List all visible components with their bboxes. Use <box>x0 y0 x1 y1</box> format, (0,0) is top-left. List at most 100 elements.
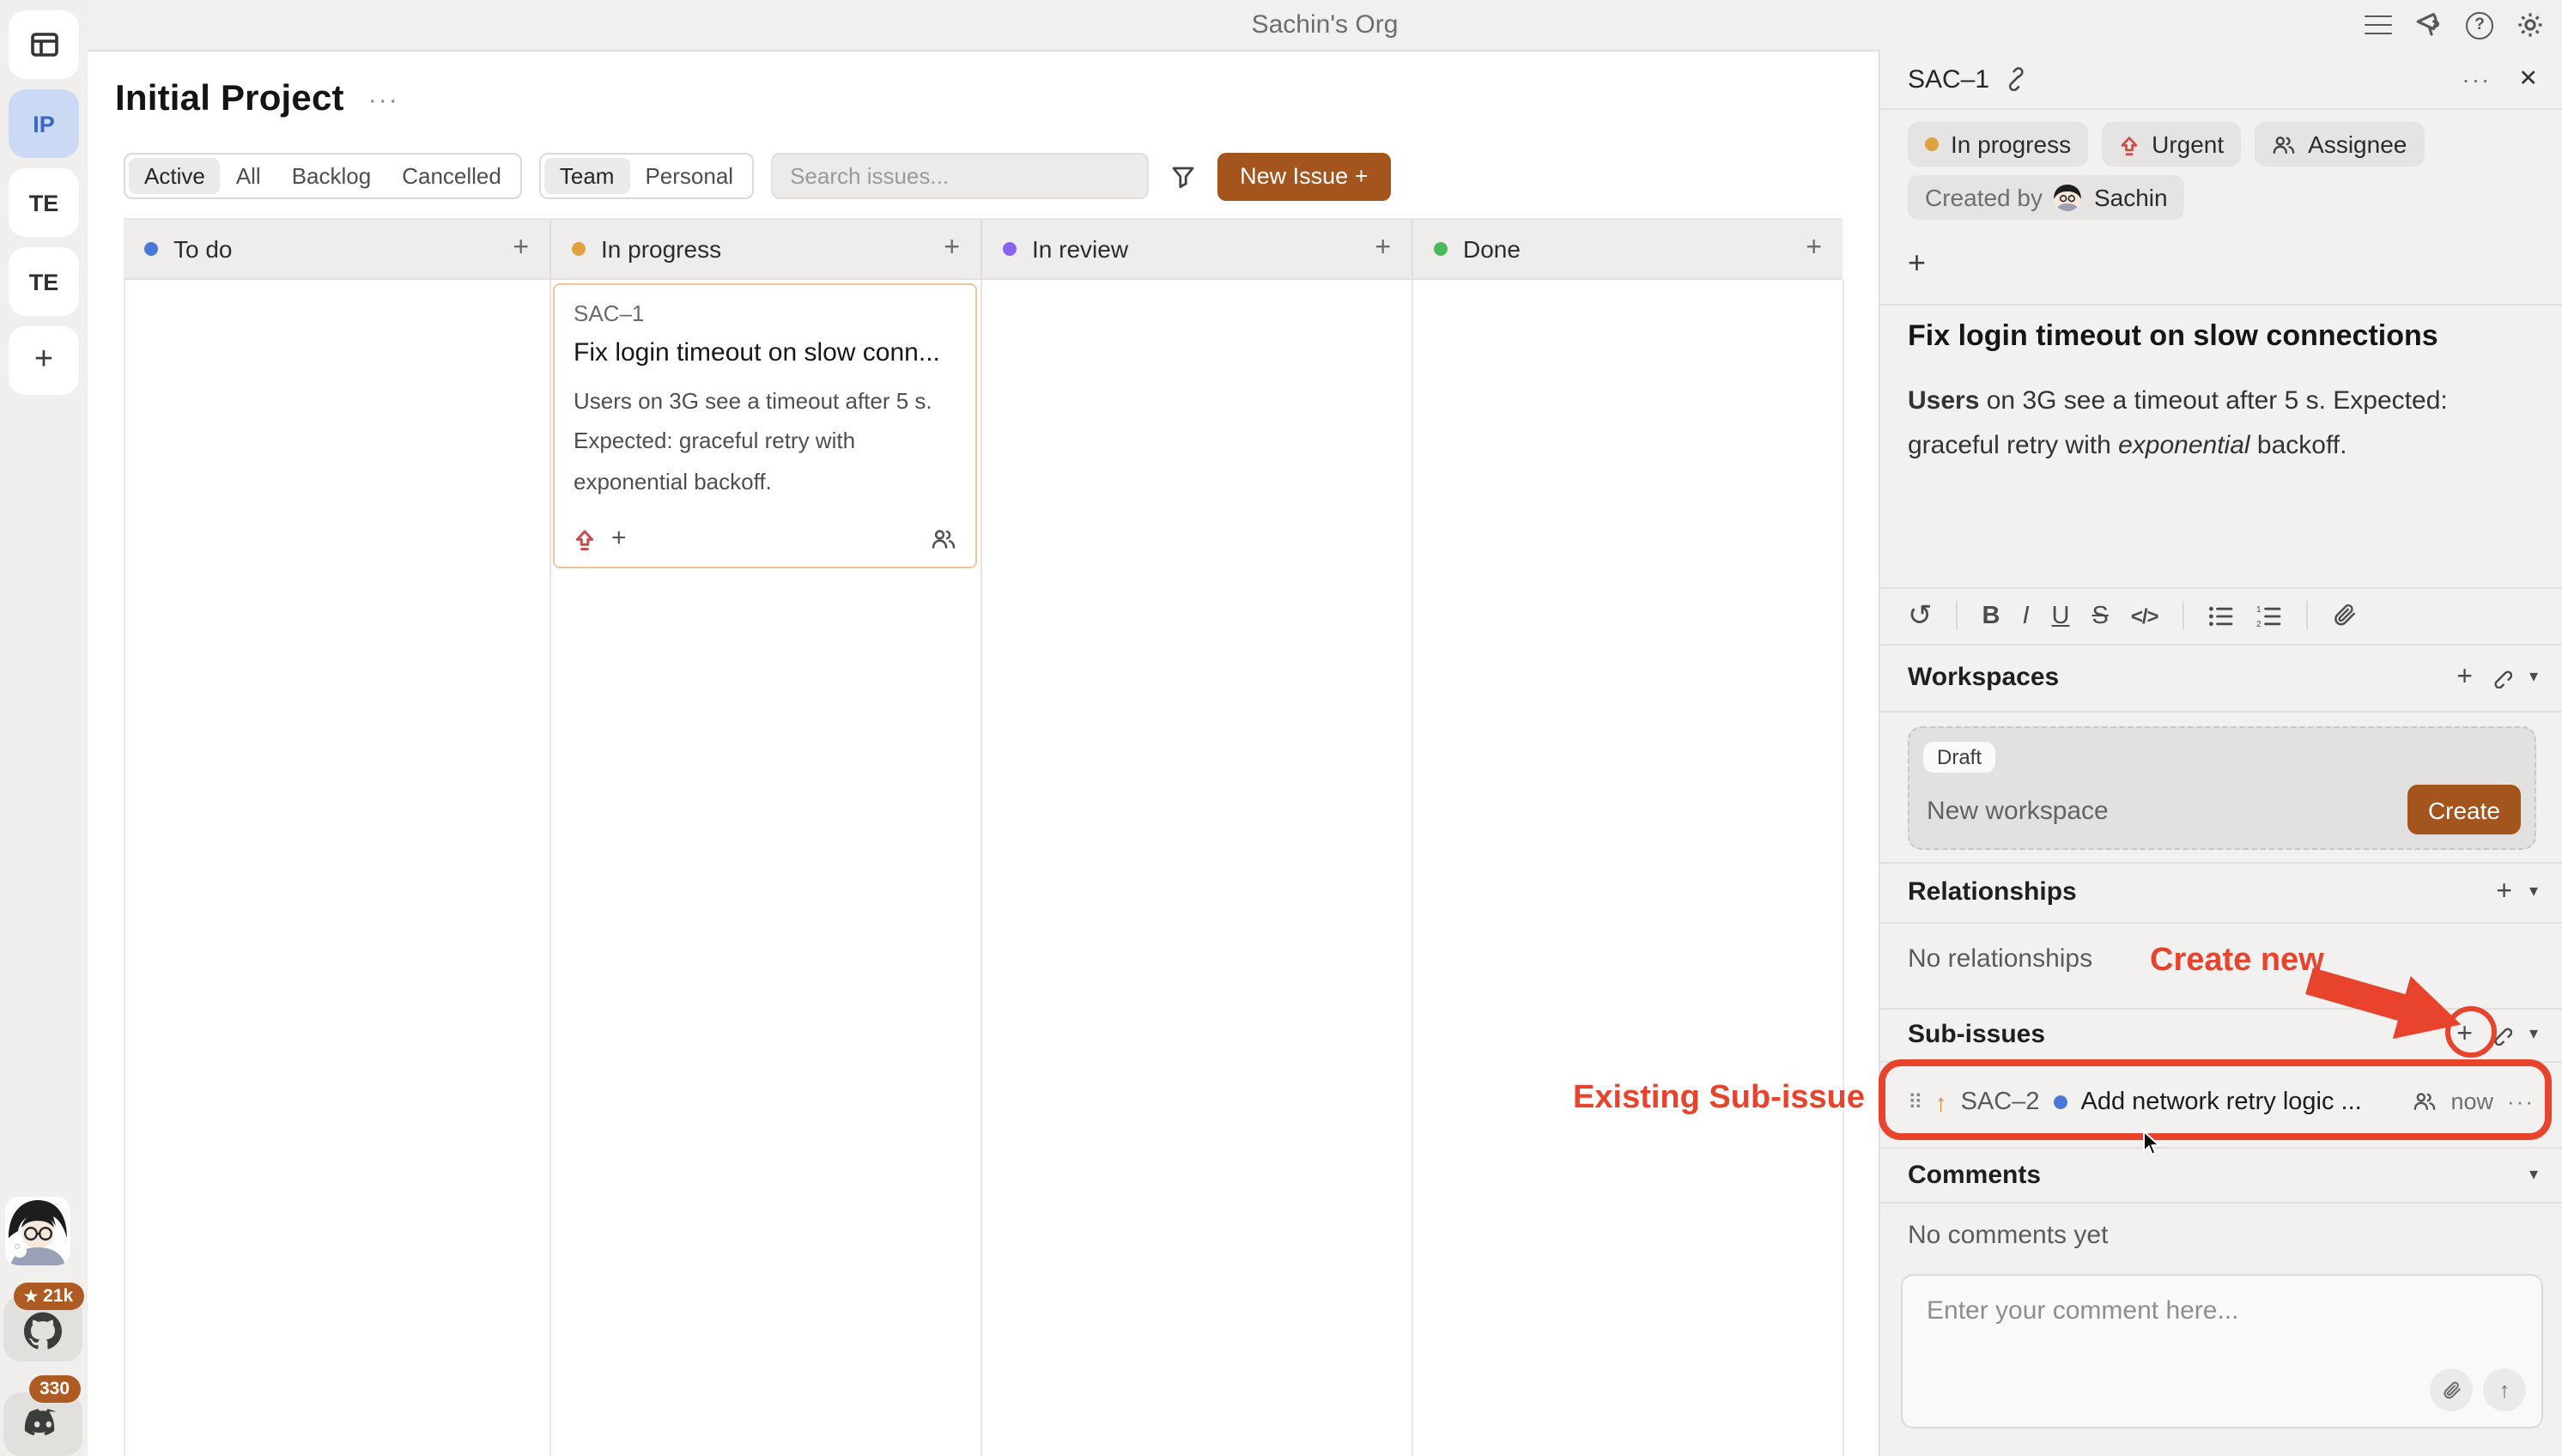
comment-attach-icon[interactable] <box>2430 1368 2473 1411</box>
layout-panels-icon[interactable] <box>9 10 79 79</box>
star-icon: ★ <box>24 1287 38 1306</box>
card-title: Fix login timeout on slow conn... <box>574 338 956 367</box>
sidebar-item-workspace-ip[interactable]: IP <box>9 89 79 158</box>
status-dot <box>1925 137 1939 151</box>
sidebar-item-workspace-te2[interactable]: TE <box>9 247 79 316</box>
discord-count-badge: 330 <box>29 1375 80 1403</box>
add-workspace-link-icon[interactable]: + <box>2456 662 2473 693</box>
announcements-icon[interactable] <box>2414 10 2444 39</box>
add-relationship-icon[interactable]: + <box>2496 877 2512 907</box>
column-divider-1 <box>549 280 551 1456</box>
help-icon[interactable]: ? <box>2466 11 2493 39</box>
column-header-todo: To do + <box>124 220 549 278</box>
ordered-list-icon[interactable]: 1 2 <box>2256 604 2282 628</box>
menu-icon[interactable] <box>2365 15 2392 35</box>
annotation-create-new-label: Create new <box>2150 943 2324 980</box>
relationships-empty-text: No relationships <box>1908 944 2092 974</box>
settings-gear-icon[interactable] <box>2516 10 2545 39</box>
add-issue-inreview-button[interactable]: + <box>1375 234 1391 264</box>
relationships-collapse-icon[interactable]: ▾ <box>2529 883 2538 901</box>
board-main: Initial Project ··· Active All Backlog C… <box>88 52 1879 1456</box>
card-assignees-icon[interactable] <box>931 526 956 550</box>
workspace-name[interactable]: New workspace <box>1927 797 2109 826</box>
created-by-badge[interactable]: Created by Sachin <box>1908 175 2185 220</box>
link-workspace-icon[interactable] <box>2490 666 2512 689</box>
relationships-section-header: Relationships + ▾ <box>1880 862 2562 922</box>
todo-status-dot <box>144 242 158 256</box>
italic-icon[interactable]: I <box>2022 602 2029 629</box>
attach-file-icon[interactable] <box>2332 603 2358 628</box>
panel-close-icon[interactable]: ✕ <box>2518 65 2538 93</box>
mouse-cursor <box>2141 1130 2164 1157</box>
comments-section-header: Comments ▾ <box>1880 1147 2562 1202</box>
tab-active[interactable]: Active <box>129 158 221 194</box>
annotation-existing-subissue-label: Existing Sub-issue <box>1460 1080 1865 1118</box>
tab-cancelled[interactable]: Cancelled <box>386 158 517 194</box>
draft-badge: Draft <box>1923 742 1995 773</box>
page-title: Initial Project <box>115 79 344 120</box>
subissues-collapse-icon[interactable]: ▾ <box>2529 1025 2538 1044</box>
board-edge-left <box>124 280 125 1456</box>
copy-link-icon[interactable] <box>2003 67 2027 91</box>
bullet-list-icon[interactable] <box>2208 604 2234 628</box>
card-description: Users on 3G see a timeout after 5 s. Exp… <box>574 381 956 501</box>
annotation-box-highlight <box>1879 1059 2552 1140</box>
card-id: SAC–1 <box>574 300 956 326</box>
assignee-badge[interactable]: Assignee <box>2255 122 2424 167</box>
issue-detail-panel: SAC–1 ··· ✕ In progress <box>1879 50 2562 1456</box>
column-divider-2 <box>980 280 982 1456</box>
column-header-done: Done + <box>1412 220 1843 278</box>
comments-collapse-icon[interactable]: ▾ <box>2529 1165 2538 1184</box>
add-issue-todo-button[interactable]: + <box>513 234 529 264</box>
project-menu-icon[interactable]: ··· <box>368 86 399 120</box>
column-header-strip: To do + In progress + In review + Done + <box>124 218 1843 280</box>
tab-personal[interactable]: Personal <box>629 158 749 194</box>
done-status-dot <box>1434 242 1448 256</box>
status-filter-tabs: Active All Backlog Cancelled <box>124 153 522 199</box>
draft-workspace-card: Draft New workspace Create <box>1908 726 2536 850</box>
card-add-icon[interactable]: + <box>611 524 627 553</box>
add-issue-inprogress-button[interactable]: + <box>944 234 960 264</box>
board-edge-right <box>1843 280 1844 1456</box>
tab-all[interactable]: All <box>221 158 276 194</box>
workspaces-collapse-icon[interactable]: ▾ <box>2529 668 2538 687</box>
issue-title[interactable]: Fix login timeout on slow connections <box>1908 319 2438 354</box>
top-bar: Sachin's Org ? <box>88 0 2562 50</box>
new-issue-button[interactable]: New Issue + <box>1217 152 1390 200</box>
comment-composer: ↑ <box>1901 1274 2543 1429</box>
filter-funnel-icon[interactable] <box>1169 162 1197 190</box>
create-workspace-button[interactable]: Create <box>2407 785 2521 834</box>
undo-icon[interactable]: ↺ <box>1908 598 1933 633</box>
user-avatar[interactable] <box>5 1197 70 1265</box>
panel-issue-id: SAC–1 <box>1908 64 1989 94</box>
issue-card-sac1[interactable]: SAC–1 Fix login timeout on slow conn... … <box>553 283 977 568</box>
priority-badge[interactable]: Urgent <box>2102 122 2241 167</box>
column-divider-3 <box>1412 280 1413 1456</box>
status-badge[interactable]: In progress <box>1908 122 2088 167</box>
sidebar-item-workspace-te1[interactable]: TE <box>9 168 79 237</box>
bold-icon[interactable]: B <box>1982 602 2000 629</box>
workspaces-section-header: Workspaces + ▾ <box>1880 644 2562 711</box>
tab-team[interactable]: Team <box>544 158 630 194</box>
panel-more-icon[interactable]: ··· <box>2462 65 2491 93</box>
urgent-priority-icon[interactable] <box>574 526 596 550</box>
underline-icon[interactable]: U <box>2052 602 2070 629</box>
issue-description[interactable]: Users on 3G see a timeout after 5 s. Exp… <box>1908 379 2536 467</box>
inreview-status-dot <box>1003 242 1017 256</box>
add-attribute-button[interactable]: + <box>1908 246 1926 282</box>
search-input[interactable] <box>771 153 1149 199</box>
code-icon[interactable]: </> <box>2131 604 2158 628</box>
creator-avatar <box>2055 184 2082 211</box>
inprogress-status-dot <box>572 242 586 256</box>
comment-send-icon[interactable]: ↑ <box>2483 1368 2526 1411</box>
add-workspace-button[interactable]: + <box>9 326 79 395</box>
scope-filter-tabs: Team Personal <box>539 153 754 199</box>
tab-backlog[interactable]: Backlog <box>276 158 387 194</box>
strikethrough-icon[interactable]: S <box>2092 602 2109 629</box>
comment-input[interactable] <box>1903 1276 2541 1370</box>
column-header-inprogress: In progress + <box>549 220 980 278</box>
add-issue-done-button[interactable]: + <box>1806 234 1822 264</box>
org-title: Sachin's Org <box>88 10 2562 39</box>
app-root: Sachin's Org ? <box>0 0 2562 1456</box>
annotation-circle-highlight <box>2445 1006 2497 1058</box>
